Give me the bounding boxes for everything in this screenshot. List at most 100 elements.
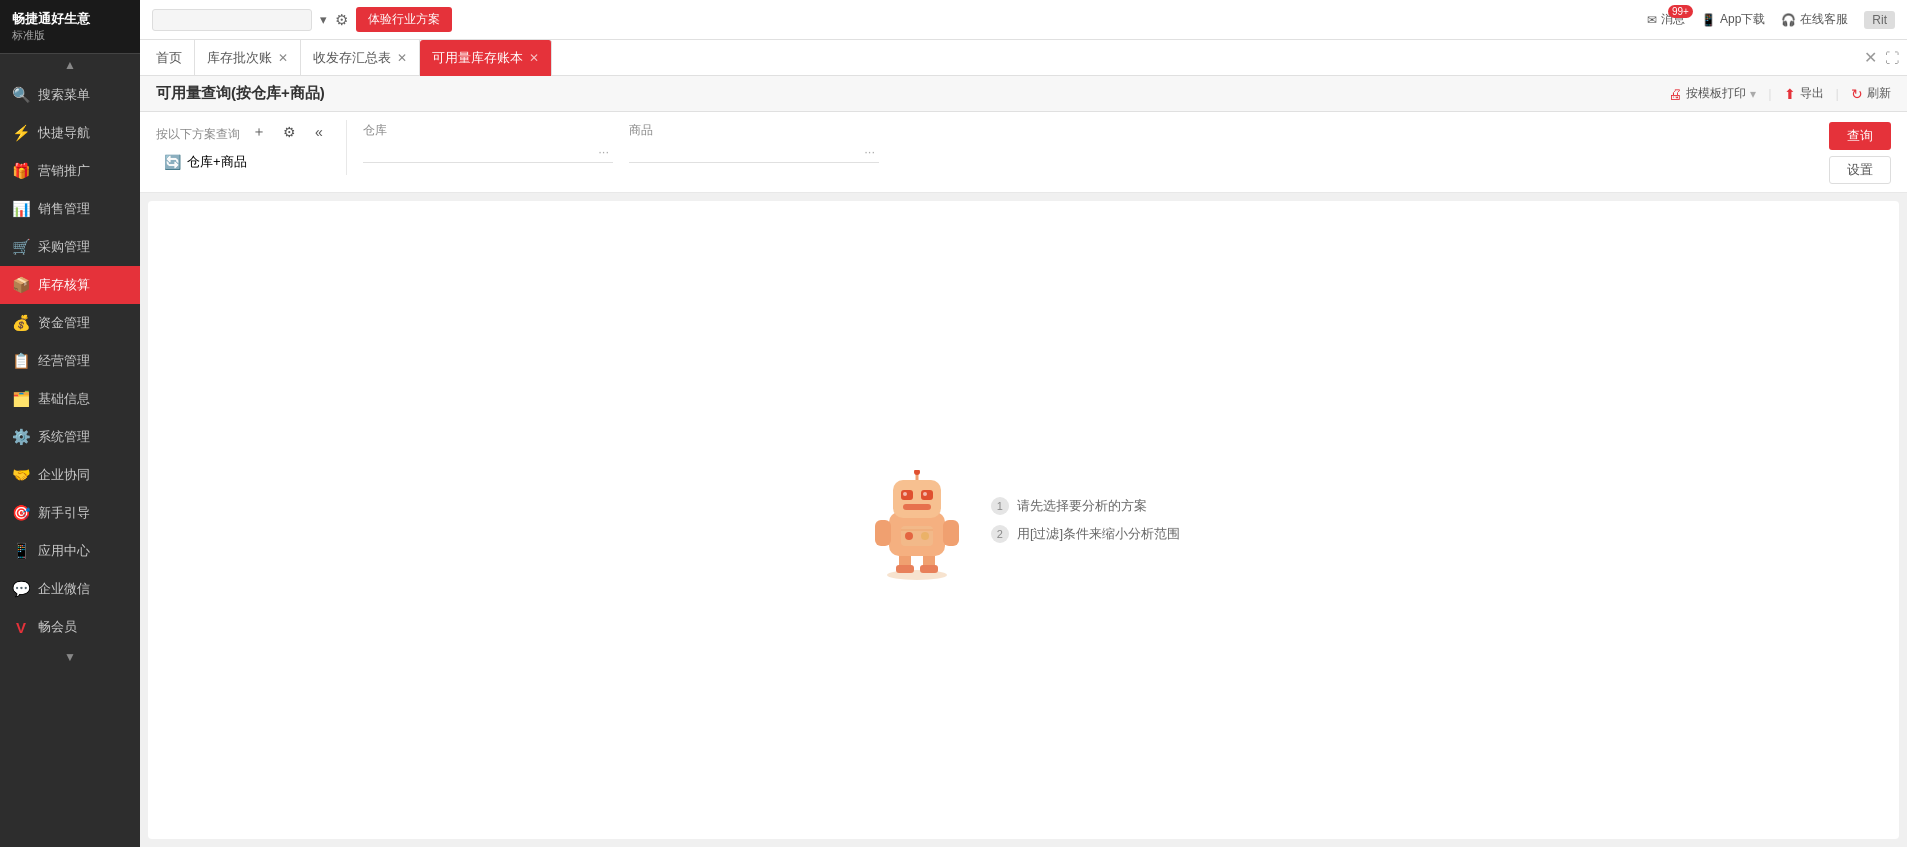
collapse-scheme-button[interactable]: « bbox=[308, 121, 330, 143]
sidebar-item-quick-nav[interactable]: ⚡ 快捷导航 bbox=[0, 114, 140, 152]
sidebar-item-inventory[interactable]: 📦 库存核算 bbox=[0, 266, 140, 304]
sidebar-item-label: 库存核算 bbox=[38, 276, 90, 294]
tab-batch[interactable]: 库存批次账 ✕ bbox=[195, 40, 301, 76]
print-label: 按模板打印 bbox=[1686, 85, 1746, 102]
scheme-icon: 🔄 bbox=[164, 154, 181, 170]
print-dropdown-icon[interactable]: ▾ bbox=[1750, 87, 1756, 101]
svg-rect-7 bbox=[943, 520, 959, 546]
svg-rect-8 bbox=[893, 480, 941, 518]
sidebar: 畅捷通好生意 标准版 ▲ 🔍 搜索菜单 ⚡ 快捷导航 🎁 营销推广 📊 销售管理… bbox=[0, 0, 140, 847]
warehouse-input[interactable] bbox=[367, 144, 594, 159]
goods-label: 商品 bbox=[629, 122, 879, 139]
gear-button[interactable]: ⚙ bbox=[335, 11, 348, 29]
refresh-button[interactable]: ↻ 刷新 bbox=[1851, 85, 1891, 102]
app-download-button[interactable]: 📱 App下载 bbox=[1701, 11, 1765, 28]
beginner-icon: 🎯 bbox=[12, 504, 30, 522]
sidebar-item-purchase[interactable]: 🛒 采购管理 bbox=[0, 228, 140, 266]
add-scheme-button[interactable]: ＋ bbox=[248, 121, 270, 143]
tab-available[interactable]: 可用量库存账本 ✕ bbox=[420, 40, 552, 76]
sidebar-item-vip[interactable]: V 畅会员 bbox=[0, 608, 140, 646]
topbar: ▾ ⚙ 体验行业方案 ✉ 消息 99+ 📱 App下载 🎧 在线客服 Rit bbox=[140, 0, 1907, 40]
goods-input[interactable] bbox=[633, 144, 860, 159]
export-button[interactable]: ⬆ 导出 bbox=[1784, 85, 1824, 102]
warehouse-more-button[interactable]: ··· bbox=[598, 144, 609, 159]
sidebar-item-label: 企业协同 bbox=[38, 466, 90, 484]
sidebar-item-label: 企业微信 bbox=[38, 580, 90, 598]
sidebar-item-search[interactable]: 🔍 搜索菜单 bbox=[0, 76, 140, 114]
system-icon: ⚙️ bbox=[12, 428, 30, 446]
empty-inner: 1 请先选择要分析的方案 2 用[过滤]条件来缩小分析范围 bbox=[867, 470, 1180, 570]
sidebar-item-collab[interactable]: 🤝 企业协同 bbox=[0, 456, 140, 494]
tab-home[interactable]: 首页 bbox=[148, 40, 195, 76]
search-input[interactable] bbox=[152, 9, 312, 31]
svg-rect-11 bbox=[903, 492, 907, 496]
svg-rect-6 bbox=[875, 520, 891, 546]
expand-tab-button[interactable]: ⛶ bbox=[1885, 50, 1899, 66]
tabs-bar: 首页 库存批次账 ✕ 收发存汇总表 ✕ 可用量库存账本 ✕ ✕ ⛶ bbox=[140, 40, 1907, 76]
sidebar-item-marketing[interactable]: 🎁 营销推广 bbox=[0, 152, 140, 190]
app-center-icon: 📱 bbox=[12, 542, 30, 560]
search-dropdown-button[interactable]: ▾ bbox=[320, 12, 327, 27]
wechat-icon: 💬 bbox=[12, 580, 30, 598]
sidebar-item-label: 系统管理 bbox=[38, 428, 90, 446]
main-area: ▾ ⚙ 体验行业方案 ✉ 消息 99+ 📱 App下载 🎧 在线客服 Rit 首… bbox=[140, 0, 1907, 847]
search-icon: 🔍 bbox=[12, 86, 30, 104]
svg-rect-4 bbox=[920, 565, 938, 573]
svg-rect-10 bbox=[921, 490, 933, 500]
scheme-item[interactable]: 🔄 仓库+商品 bbox=[156, 149, 330, 175]
sidebar-item-wechat[interactable]: 💬 企业微信 bbox=[0, 570, 140, 608]
sidebar-item-finance[interactable]: 💰 资金管理 bbox=[0, 304, 140, 342]
message-button[interactable]: ✉ 消息 99+ bbox=[1647, 11, 1685, 28]
svg-point-17 bbox=[905, 532, 913, 540]
filter-area: 按以下方案查询 ＋ ⚙ « 🔄 仓库+商品 仓库 ··· 商品 bbox=[140, 112, 1907, 193]
app-subtitle: 标准版 bbox=[12, 28, 128, 43]
purchase-icon: 🛒 bbox=[12, 238, 30, 256]
print-button[interactable]: 🖨 按模板打印 ▾ bbox=[1668, 85, 1756, 102]
svg-point-18 bbox=[921, 532, 929, 540]
hint-num-2: 2 bbox=[991, 525, 1009, 543]
industry-button[interactable]: 体验行业方案 bbox=[356, 7, 452, 32]
sidebar-item-label: 搜索菜单 bbox=[38, 86, 90, 104]
tab-available-close[interactable]: ✕ bbox=[529, 51, 539, 65]
print-icon: 🖨 bbox=[1668, 86, 1682, 102]
goods-more-button[interactable]: ··· bbox=[864, 144, 875, 159]
marketing-icon: 🎁 bbox=[12, 162, 30, 180]
svg-rect-13 bbox=[903, 504, 931, 510]
query-button[interactable]: 查询 bbox=[1829, 122, 1891, 150]
sidebar-item-beginner[interactable]: 🎯 新手引导 bbox=[0, 494, 140, 532]
empty-hint-1: 1 请先选择要分析的方案 bbox=[991, 497, 1180, 515]
sidebar-item-label: 营销推广 bbox=[38, 162, 90, 180]
sidebar-scroll-down[interactable]: ▼ bbox=[0, 646, 140, 668]
goods-field: 商品 ··· bbox=[629, 122, 879, 163]
hint-num-1: 1 bbox=[991, 497, 1009, 515]
online-service-button[interactable]: 🎧 在线客服 bbox=[1781, 11, 1848, 28]
sidebar-item-label: 快捷导航 bbox=[38, 124, 90, 142]
finance-icon: 💰 bbox=[12, 314, 30, 332]
tab-summary[interactable]: 收发存汇总表 ✕ bbox=[301, 40, 420, 76]
sidebar-item-label: 畅会员 bbox=[38, 618, 77, 636]
sidebar-item-label: 经营管理 bbox=[38, 352, 90, 370]
user-avatar[interactable]: Rit bbox=[1864, 11, 1895, 29]
svg-point-15 bbox=[914, 470, 920, 475]
sidebar-item-app-center[interactable]: 📱 应用中心 bbox=[0, 532, 140, 570]
app-title: 畅捷通好生意 bbox=[12, 10, 128, 28]
goods-input-wrapper: ··· bbox=[629, 141, 879, 163]
sidebar-item-sales[interactable]: 📊 销售管理 bbox=[0, 190, 140, 228]
sales-icon: 📊 bbox=[12, 200, 30, 218]
close-all-tabs-button[interactable]: ✕ bbox=[1864, 48, 1877, 67]
sidebar-item-system[interactable]: ⚙️ 系统管理 bbox=[0, 418, 140, 456]
tab-summary-close[interactable]: ✕ bbox=[397, 51, 407, 65]
sidebar-scroll-up[interactable]: ▲ bbox=[0, 54, 140, 76]
sidebar-item-label: 应用中心 bbox=[38, 542, 90, 560]
sidebar-item-label: 采购管理 bbox=[38, 238, 90, 256]
filter-scheme-label: 按以下方案查询 bbox=[156, 120, 240, 143]
sidebar-item-management[interactable]: 📋 经营管理 bbox=[0, 342, 140, 380]
settings-button[interactable]: 设置 bbox=[1829, 156, 1891, 184]
tab-batch-close[interactable]: ✕ bbox=[278, 51, 288, 65]
inventory-icon: 📦 bbox=[12, 276, 30, 294]
settings-scheme-button[interactable]: ⚙ bbox=[278, 121, 300, 143]
sidebar-item-basic-info[interactable]: 🗂️ 基础信息 bbox=[0, 380, 140, 418]
warehouse-input-wrapper: ··· bbox=[363, 141, 613, 163]
message-badge: 99+ bbox=[1668, 5, 1693, 18]
divider2: | bbox=[1836, 86, 1839, 101]
